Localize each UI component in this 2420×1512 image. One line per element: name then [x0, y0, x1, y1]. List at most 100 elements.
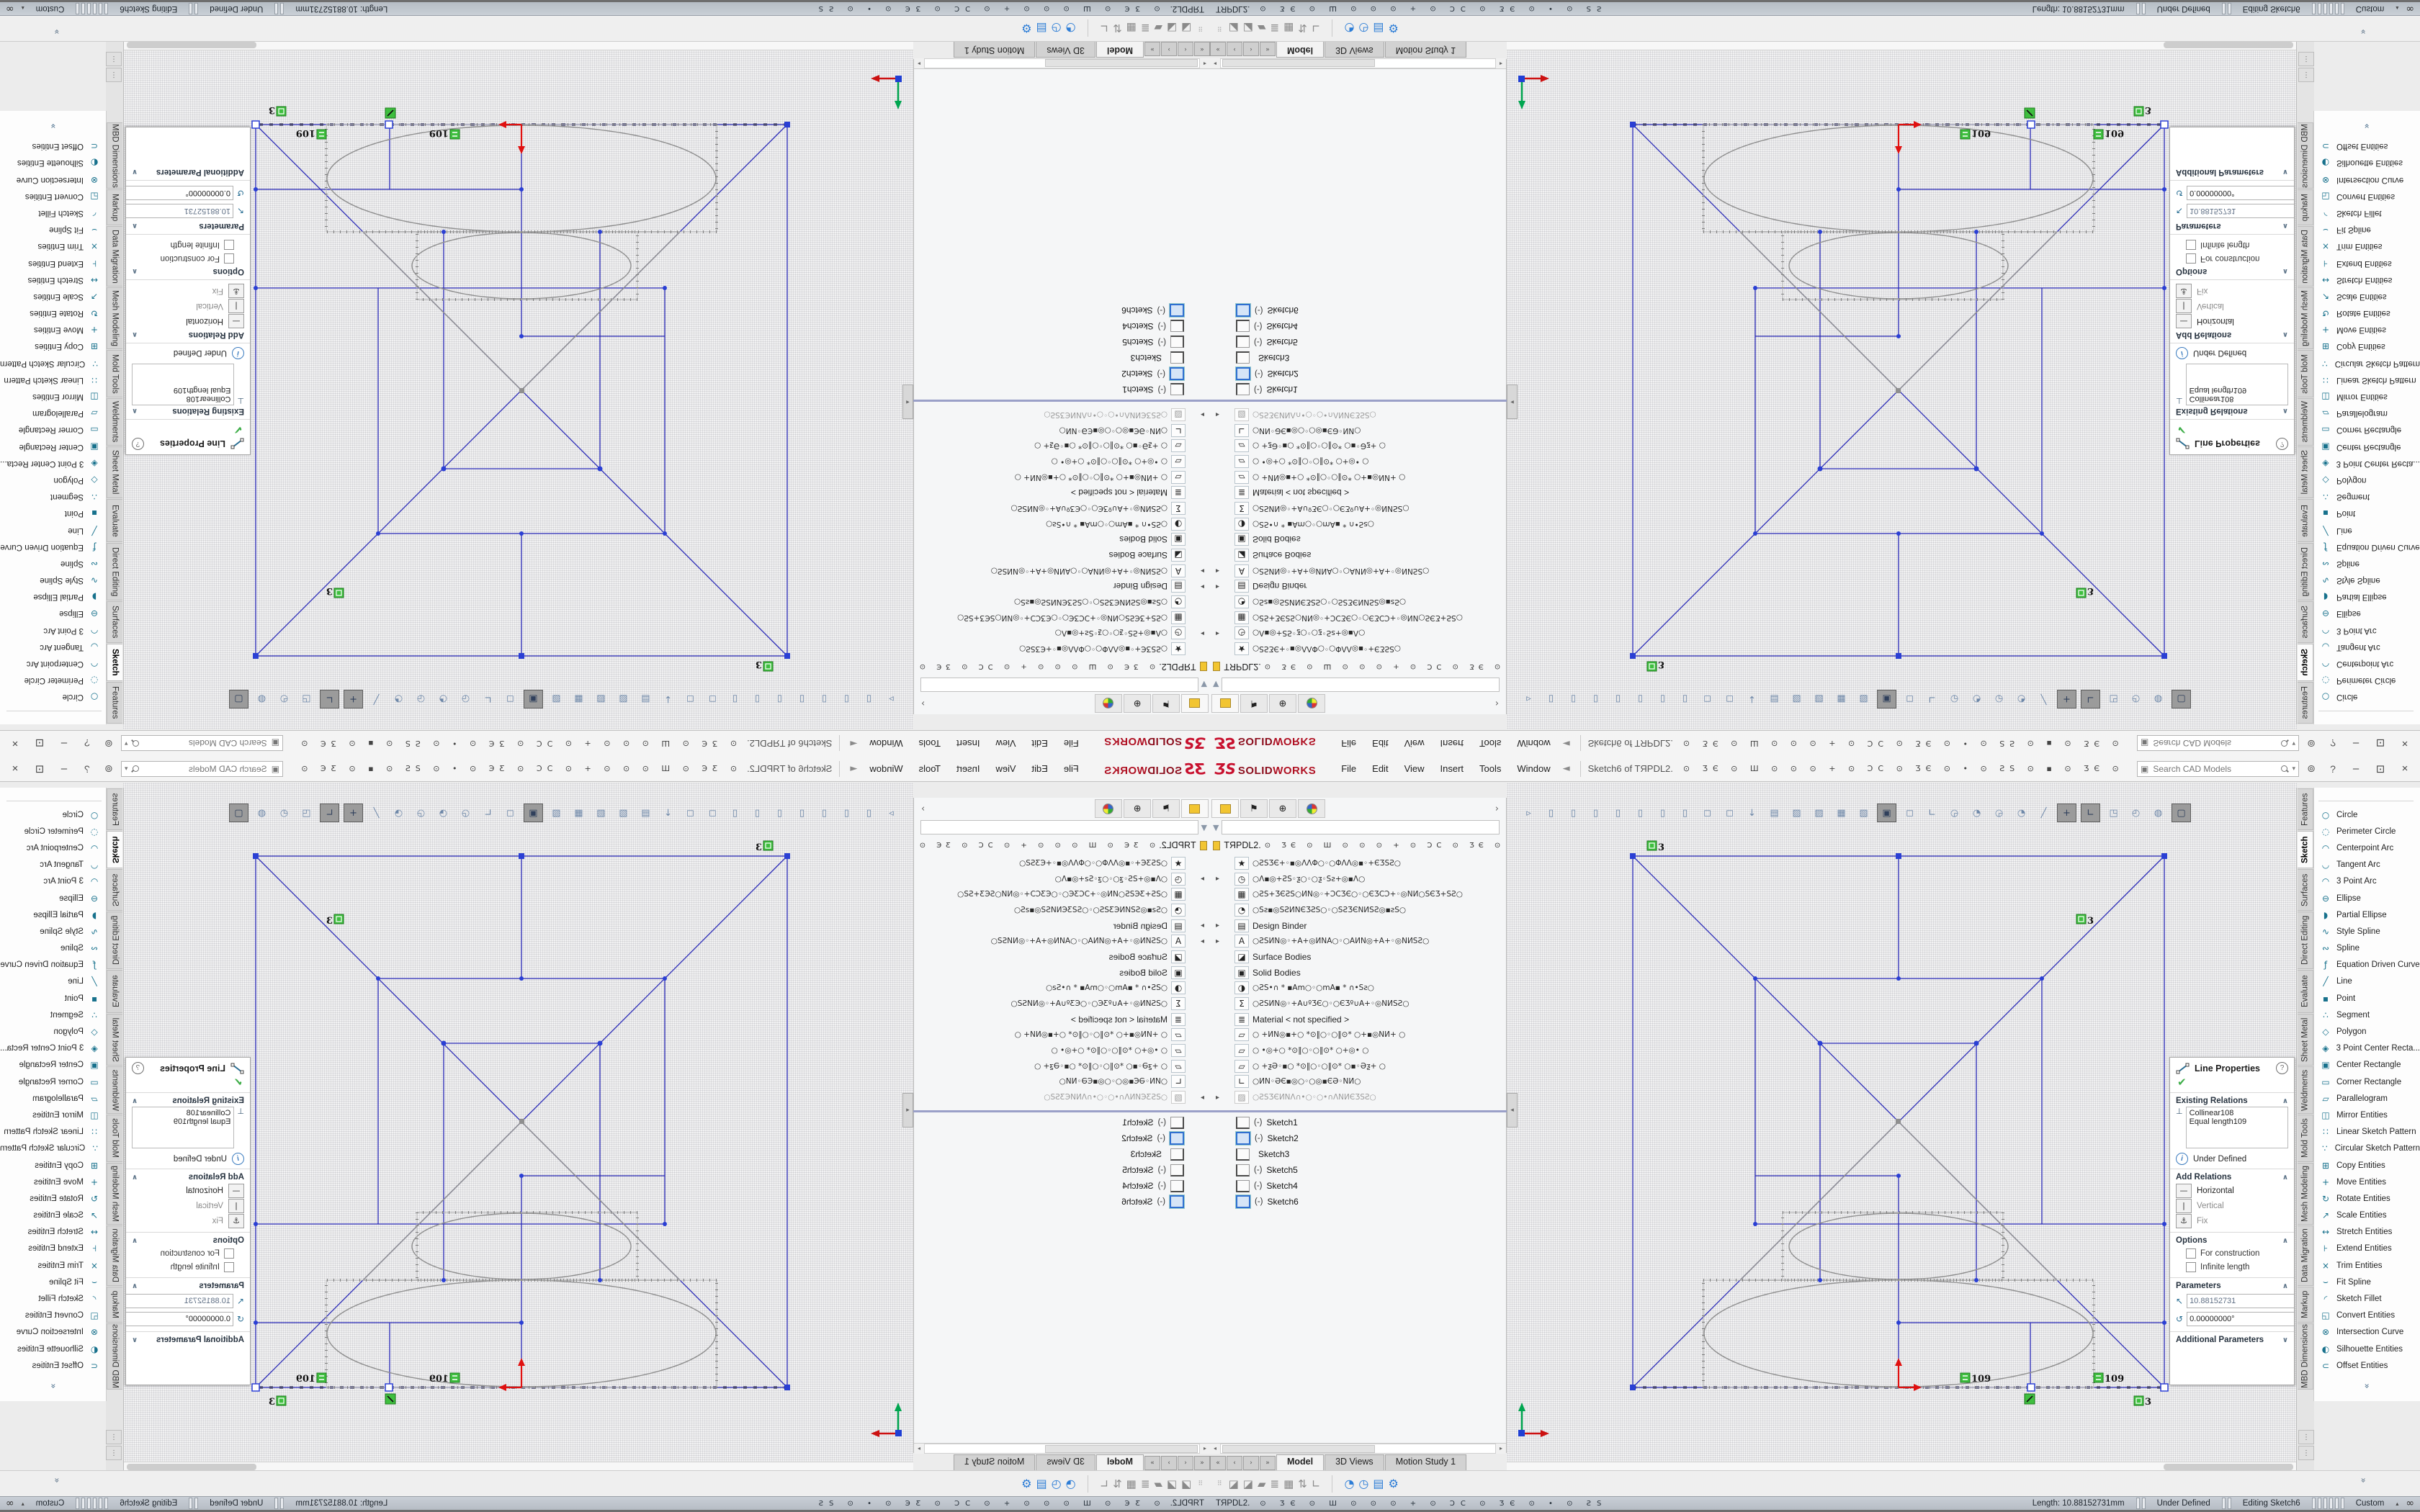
toolbar-icon[interactable]: ∟ [1312, 1477, 1321, 1490]
tool-copy-entities[interactable]: ⊞Copy Entities [2314, 1157, 2420, 1174]
toolbar-icon[interactable]: ▯ [1654, 804, 1672, 822]
toolbar-icon[interactable]: ⚙ [1389, 22, 1399, 35]
cm-tab-sheet-metal[interactable]: Sheet Metal [107, 1014, 122, 1066]
account-icon[interactable]: ⊚ [2302, 738, 2321, 750]
tool-mirror-entities[interactable]: ◫Mirror Entities [2314, 388, 2420, 405]
tree-item[interactable]: ▸◷○Λ▪◎+ƧS◦ƺ○◦○ƺ◦Sƨ+◎▪Λ○ [1210, 626, 1502, 642]
tool-extend-entities[interactable]: ⊦Extend Entities [0, 1241, 106, 1257]
scroll-left-icon[interactable]: ◂ [1200, 1444, 1210, 1454]
tree-item[interactable]: ★○ƧSƷЄ+◦▪◎ΛΛΦ○◦○ΦΛΛ◎▪◦+ЄƷSƧ○ [1210, 641, 1502, 657]
tree-item[interactable]: ◑○ƧS•∩ * ▪Am○◦○mA▪ * ∩•Sƨ○ [1210, 981, 1502, 996]
relation-item[interactable]: Collinear108 [135, 395, 230, 403]
tool-3-point-center-rectangle[interactable]: ◈3 Point Center Recta... [0, 455, 106, 472]
tool-stretch-entities[interactable]: ↔Stretch Entities [0, 1224, 106, 1241]
tab-motion-study-1[interactable]: Motion Study 1 [954, 42, 1035, 58]
tool-circular-sketch-pattern[interactable]: ∵Circular Sketch Pattern [0, 355, 106, 372]
menu-view[interactable]: View [989, 736, 1022, 751]
tool-line[interactable]: ╱Line [2314, 973, 2420, 990]
account-icon[interactable]: ⊚ [2302, 763, 2321, 775]
checkbox-for-construction[interactable]: For construction [2176, 1246, 2288, 1260]
checkbox-infinite-length[interactable]: Infinite length [2176, 238, 2288, 252]
toolbar-icon[interactable]: ▧ [547, 690, 565, 708]
toolbar-icon[interactable]: ▢ [229, 690, 248, 708]
cm-tab-mesh-modeling[interactable]: Mesh Modeling [107, 287, 122, 349]
toolbar-icon[interactable]: ◳ [2105, 804, 2123, 822]
tool-spline[interactable]: ∾Spline [0, 555, 106, 572]
tree-item-plane[interactable]: ▱○ •◎+○ *⊙‖○◦○‖⊙* ○+◎• ○ [918, 1043, 1210, 1058]
collapse-chevron-icon[interactable]: » [51, 29, 61, 34]
filter-input[interactable] [1222, 678, 1500, 692]
toolbar-icon[interactable]: ◍ [2149, 804, 2167, 822]
tool-scale-entities[interactable]: ↗Scale Entities [2314, 1207, 2420, 1224]
toolbar-icon[interactable]: ▤ [1373, 22, 1384, 35]
tree-item[interactable]: ▦○ƧS+ƷЄƧS○ИN◎◦+ƆCƷЄ○◦○ЄƷCƆ+◦◎NИ○SЄƷ+SƧ○ [1210, 886, 1502, 902]
pin-menu-icon[interactable]: ◄ [1563, 738, 1570, 749]
toolbar-icon[interactable]: ◶ [1945, 690, 1963, 708]
toolbar-icon[interactable]: ▰ [1154, 22, 1162, 35]
menu-edit[interactable]: Edit [1025, 736, 1054, 751]
tab-nav-last[interactable]: » [1260, 42, 1276, 56]
toolbar-icon[interactable]: ∟ [320, 690, 339, 708]
search-input[interactable] [143, 738, 269, 750]
toolbar-icon[interactable]: ▹ [882, 804, 900, 822]
menu-window[interactable]: Window [1510, 736, 1556, 751]
tab-motion-study-1[interactable]: Motion Study 1 [954, 1454, 1035, 1470]
menu-view[interactable]: View [1398, 736, 1431, 751]
toolbar-icon[interactable]: ◔ [390, 804, 408, 822]
tool-ellipse[interactable]: ⊖Ellipse [0, 606, 106, 622]
toolbar-icon[interactable]: ▨ [592, 804, 610, 822]
tab-configurationmanager[interactable]: ⊕ [1124, 694, 1151, 713]
tool-mirror-entities[interactable]: ◫Mirror Entities [0, 1107, 106, 1123]
tree-item-sketch4[interactable]: (-)Sketch4 [918, 1178, 1210, 1194]
cm-tab-evaluate[interactable]: Evaluate [2298, 970, 2313, 1013]
minimize-button[interactable]: – [2345, 762, 2367, 775]
toolbar-icon[interactable]: ∟ [1100, 1477, 1109, 1490]
tool-parallelogram[interactable]: ▱Parallelogram [2314, 1090, 2420, 1107]
tree-item-sketch1[interactable]: (-)Sketch1 [918, 1115, 1210, 1130]
cm-tab-sketch[interactable]: Sketch [2298, 644, 2313, 681]
tree-item-sketch3[interactable]: Sketch3 [1210, 350, 1502, 366]
tree-root-row[interactable]: TЯPDL2. ⊙ ƷЄ ⊙ Ш ⊙ ⊙ ⊙ + ⊙ ƆC ⊙ ƷЄ ⊙ • ⊙… [1213, 660, 1502, 674]
toolbar-icon[interactable]: ▹ [1520, 690, 1538, 708]
tool-mirror-entities[interactable]: ◫Mirror Entities [0, 388, 106, 405]
view-toolbar[interactable]: ▹▯▯▯▯▯▯▯◻◻↓▤▨▨▦▧▣◻∟◶◔◶◔╱+∟◳◴◍▢ [1520, 804, 2191, 822]
toolbar-icon[interactable]: ◻ [501, 804, 519, 822]
toolbar-icon[interactable]: ▤ [637, 804, 655, 822]
menu-window[interactable]: Window [863, 761, 909, 776]
tool-corner-rectangle[interactable]: ▭Corner Rectangle [0, 422, 106, 438]
tree-item-sketch2[interactable]: (-)Sketch2 [1210, 366, 1502, 382]
tool-ellipse[interactable]: ⊖Ellipse [2314, 606, 2420, 622]
close-button[interactable]: × [4, 737, 26, 750]
toolbar-icon[interactable]: ∟ [2081, 690, 2100, 708]
tab-configurationmanager[interactable]: ⊕ [1124, 799, 1151, 818]
toolbar-icon[interactable]: ≣ [1270, 1477, 1280, 1490]
toolbar-icon[interactable]: ◔ [2012, 804, 2030, 822]
toolbar-icon[interactable]: ◍ [253, 690, 271, 708]
toolbar-icon[interactable]: ◔ [390, 690, 408, 708]
toolbar-icon[interactable]: ◻ [501, 690, 519, 708]
tool-line[interactable]: ╱Line [0, 973, 106, 990]
toolbar-icon[interactable]: ▤ [1036, 22, 1047, 35]
toolbar-icon[interactable]: ▧ [547, 804, 565, 822]
tool-point[interactable]: ▪Point [2314, 990, 2420, 1007]
tree-item-surface-bodies[interactable]: ◪Surface Bodies [1210, 547, 1502, 563]
tool-circular-sketch-pattern[interactable]: ∵Circular Sketch Pattern [2314, 355, 2420, 372]
minimize-button[interactable]: – [53, 737, 75, 750]
cm-overflow-dots[interactable]: ⋮ [2298, 68, 2314, 82]
tab-propertymanager[interactable]: ⚑ [1152, 694, 1180, 713]
tool-scale-entities[interactable]: ↗Scale Entities [0, 1207, 106, 1224]
tab-nav-prev[interactable]: ‹ [1178, 42, 1193, 56]
tree-item[interactable]: ▦○ƧS+ƷЄƧS○ИN◎◦+ƆCƷЄ○◦○ЄƷCƆ+◦◎NИ○SЄƷ+SƧ○ [918, 886, 1210, 902]
pin-menu-icon[interactable]: ◄ [850, 738, 857, 749]
tab-nav-first[interactable]: « [1210, 1456, 1226, 1470]
restore-button[interactable]: ⊡ [2370, 737, 2391, 750]
tree-horizontal-scrollbar[interactable]: ◂ ▸ [1210, 58, 1506, 69]
pin-menu-icon[interactable]: ◄ [1563, 763, 1570, 774]
tree-item[interactable]: ▸◷○Λ▪◎+ƧS◦ƺ○◦○ƺ◦Sƨ+◎▪Λ○ [1210, 871, 1502, 887]
tree-item-sketch5[interactable]: (-)Sketch5 [918, 334, 1210, 350]
checkbox-icon[interactable] [2186, 254, 2196, 264]
tool-centerpoint-arc[interactable]: ◠Centerpoint Arc [0, 840, 106, 856]
toolbar-icon[interactable]: ▦ [1126, 22, 1137, 35]
tab-dimxpertmanager[interactable] [1095, 799, 1122, 818]
add-relation-fix[interactable]: ⚓Fix [2176, 1213, 2288, 1228]
